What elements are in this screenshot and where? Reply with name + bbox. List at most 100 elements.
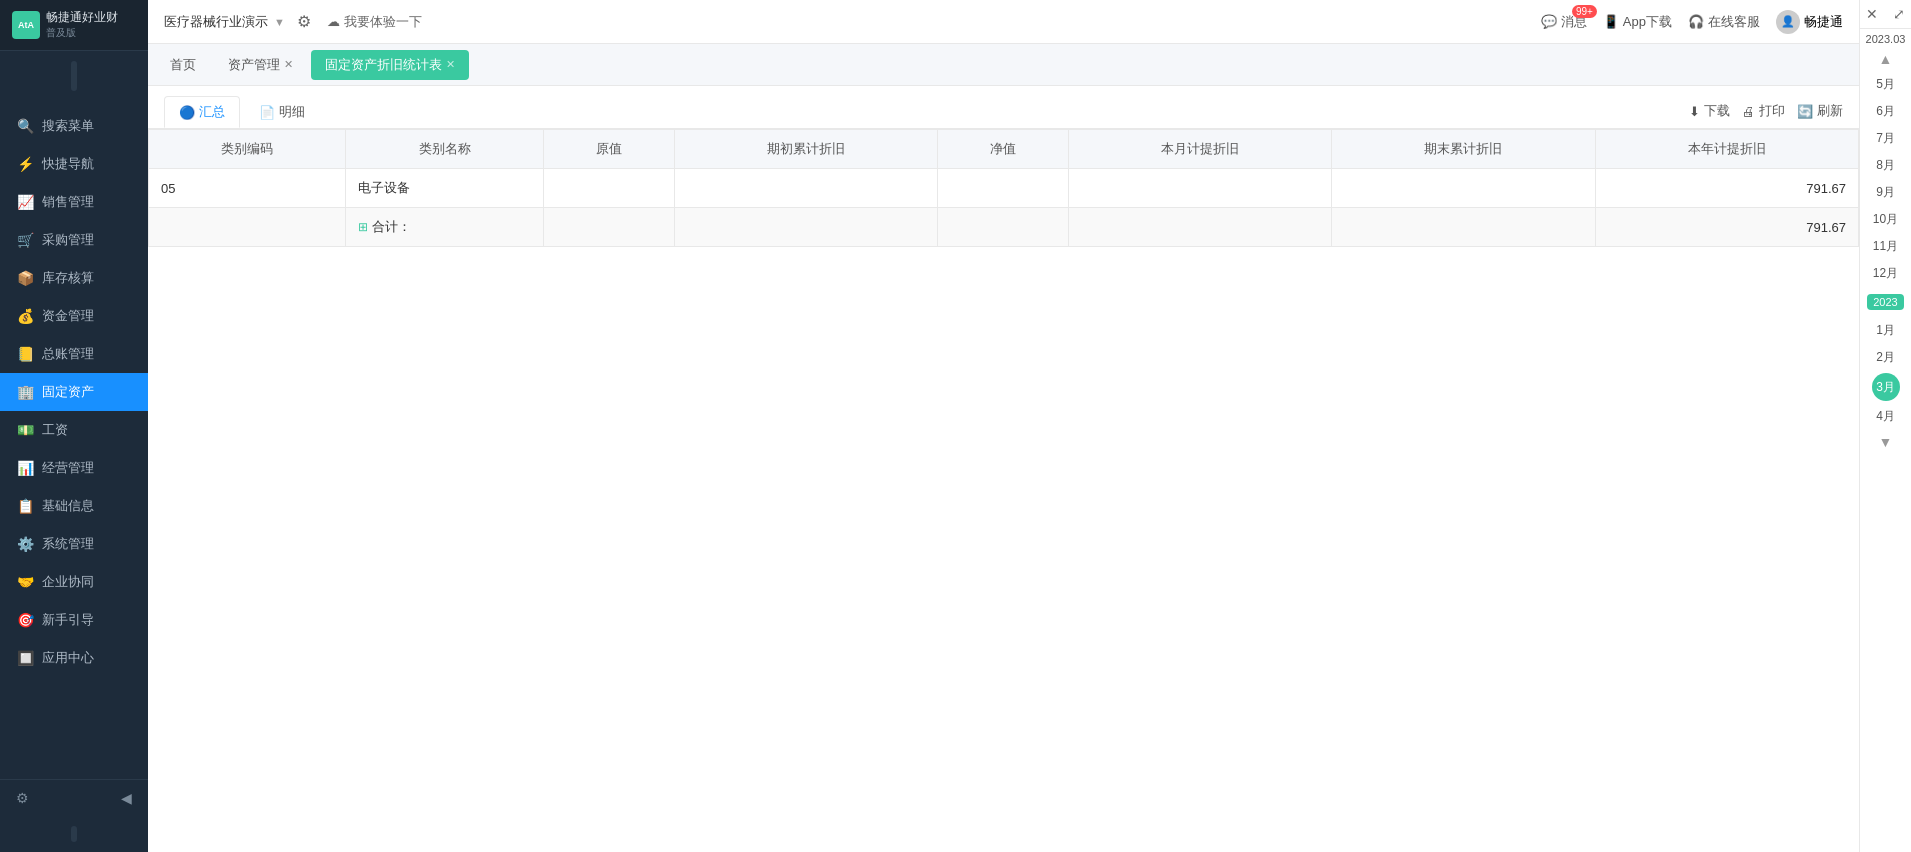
cell-net (938, 169, 1068, 208)
sidebar-item-label: 系统管理 (42, 535, 94, 553)
sidebar-item-app-center[interactable]: 🔲 应用中心 (0, 639, 148, 677)
cell-original (544, 169, 674, 208)
subtotal-original (544, 208, 674, 247)
right-panel-expand-icon[interactable]: ⤢ (1893, 6, 1905, 22)
refresh-label: 刷新 (1817, 102, 1843, 120)
sidebar-item-search[interactable]: 🔍 搜索菜单 (0, 107, 148, 145)
print-button[interactable]: 🖨 打印 (1742, 102, 1785, 120)
month-item[interactable]: 2月 (1872, 344, 1900, 371)
panel-up-icon[interactable]: ▲ (1875, 47, 1897, 71)
col-name: 类别名称 (345, 130, 544, 169)
tab-label: 首页 (170, 56, 196, 74)
operations-icon: 📊 (16, 459, 34, 477)
summary-tab-icon: 🔵 (179, 105, 195, 120)
sidebar-item-purchase[interactable]: 🛒 采购管理 (0, 221, 148, 259)
main-area: 医疗器械行业演示 ▼ ⚙ ☁ 我要体验一下 💬 消息 99+ 📱 App下载 🎧… (148, 0, 1859, 852)
sidebar-item-quick-nav[interactable]: ⚡ 快捷导航 (0, 145, 148, 183)
customer-service-icon: 🎧 (1688, 14, 1704, 29)
search-icon: 🔍 (16, 117, 34, 135)
enterprise-icon: 🤝 (16, 573, 34, 591)
col-monthly: 本月计提折旧 (1068, 130, 1331, 169)
topbar-settings-icon[interactable]: ⚙ (297, 12, 311, 31)
messages-badge: 99+ (1572, 5, 1597, 18)
messages-button[interactable]: 💬 消息 99+ (1541, 13, 1587, 31)
company-dropdown-icon: ▼ (274, 16, 285, 28)
month-item[interactable]: 7月 (1871, 125, 1900, 152)
tab-close-icon[interactable]: ✕ (284, 58, 293, 71)
sidebar-scrollbar-down[interactable] (71, 826, 77, 842)
month-item[interactable]: 4月 (1872, 403, 1900, 430)
tab-home[interactable]: 首页 (156, 50, 210, 80)
print-icon: 🖨 (1742, 103, 1755, 118)
ledger-icon: 📒 (16, 345, 34, 363)
month-item[interactable]: 5月 (1871, 71, 1900, 98)
sidebar-header: AtA 畅捷通好业财 普及版 (0, 0, 148, 51)
sidebar-scrollbar-up[interactable] (71, 61, 77, 91)
user-menu[interactable]: 👤 畅捷通 (1776, 10, 1843, 34)
username-label: 畅捷通 (1804, 13, 1843, 31)
user-avatar: 👤 (1776, 10, 1800, 34)
month-item[interactable]: 6月 (1871, 98, 1900, 125)
app-download-button[interactable]: 📱 App下载 (1603, 13, 1672, 31)
sidebar-item-basic-info[interactable]: 📋 基础信息 (0, 487, 148, 525)
experience-button[interactable]: ☁ 我要体验一下 (327, 13, 422, 31)
cell-annual: 791.67 (1595, 169, 1859, 208)
month-item[interactable]: 1月 (1872, 317, 1900, 344)
company-selector[interactable]: 医疗器械行业演示 ▼ (164, 13, 285, 31)
month-item[interactable]: 10月 (1871, 206, 1900, 233)
sidebar-item-label: 采购管理 (42, 231, 94, 249)
subtotal-net (938, 208, 1068, 247)
tab-asset-mgmt[interactable]: 资产管理 ✕ (214, 50, 307, 80)
refresh-button[interactable]: 🔄 刷新 (1797, 102, 1843, 120)
depreciation-table: 类别编码 类别名称 原值 期初累计折旧 净值 本月计提折旧 期末累计折旧 本年计… (148, 129, 1859, 247)
sidebar-item-label: 总账管理 (42, 345, 94, 363)
tab-label: 资产管理 (228, 56, 280, 74)
logo-icon: AtA (12, 11, 40, 39)
cell-code: 05 (149, 169, 346, 208)
right-panel-close-icon[interactable]: ✕ (1866, 6, 1878, 22)
collapse-icon[interactable]: ◀ (121, 790, 132, 806)
col-initial-accum: 期初累计折旧 (674, 130, 937, 169)
right-panel-content: 2023.03 ▲ 5月6月7月8月9月10月11月12月 2023 1月2月3… (1860, 29, 1911, 852)
sidebar-item-sales[interactable]: 📈 销售管理 (0, 183, 148, 221)
settings-icon[interactable]: ⚙ (16, 790, 29, 806)
basic-info-icon: 📋 (16, 497, 34, 515)
sidebar-item-guide[interactable]: 🎯 新手引导 (0, 601, 148, 639)
current-month-item[interactable]: 3月 (1872, 373, 1900, 401)
tab-close-icon[interactable]: ✕ (446, 58, 455, 71)
sidebar-item-fixed-assets[interactable]: 🏢 固定资产 (0, 373, 148, 411)
year-tag[interactable]: 2023 (1867, 294, 1903, 310)
download-button[interactable]: ⬇ 下载 (1689, 102, 1730, 120)
tab-summary[interactable]: 🔵 汇总 (164, 96, 240, 128)
customer-service-button[interactable]: 🎧 在线客服 (1688, 13, 1760, 31)
sidebar-item-finance[interactable]: 💰 资金管理 (0, 297, 148, 335)
col-original: 原值 (544, 130, 674, 169)
sub-tabs: 🔵 汇总 📄 明细 ⬇ 下载 🖨 打印 🔄 刷新 (148, 86, 1859, 129)
panel-down-icon[interactable]: ▼ (1875, 430, 1897, 454)
tab-detail[interactable]: 📄 明细 (244, 96, 320, 128)
sidebar-title: 畅捷通好业财 (46, 10, 118, 26)
month-item[interactable]: 9月 (1871, 179, 1900, 206)
sidebar-item-inventory[interactable]: 📦 库存核算 (0, 259, 148, 297)
download-icon: ⬇ (1689, 103, 1700, 118)
sidebar: AtA 畅捷通好业财 普及版 🔍 搜索菜单 ⚡ 快捷导航 📈 销售管理 🛒 采购… (0, 0, 148, 852)
subtotal-monthly (1068, 208, 1331, 247)
subtotal-initial (674, 208, 937, 247)
month-item[interactable]: 12月 (1871, 260, 1900, 287)
sidebar-item-ledger[interactable]: 📒 总账管理 (0, 335, 148, 373)
download-label: 下载 (1704, 102, 1730, 120)
app-download-label: App下载 (1623, 13, 1672, 31)
sidebar-item-payroll[interactable]: 💵 工资 (0, 411, 148, 449)
refresh-icon: 🔄 (1797, 103, 1813, 118)
right-panel: ✕ ⤢ 2023.03 ▲ 5月6月7月8月9月10月11月12月 2023 1… (1859, 0, 1911, 852)
finance-icon: 💰 (16, 307, 34, 325)
sidebar-item-operations[interactable]: 📊 经营管理 (0, 449, 148, 487)
tab-depreciation[interactable]: 固定资产折旧统计表✕ (311, 50, 469, 80)
sidebar-item-system[interactable]: ⚙️ 系统管理 (0, 525, 148, 563)
month-item[interactable]: 8月 (1871, 152, 1900, 179)
sidebar-item-enterprise[interactable]: 🤝 企业协同 (0, 563, 148, 601)
cell-end-accum (1332, 169, 1595, 208)
month-item[interactable]: 11月 (1871, 233, 1900, 260)
system-icon: ⚙️ (16, 535, 34, 553)
tabbar: 首页资产管理✕固定资产折旧统计表✕ (148, 44, 1859, 86)
